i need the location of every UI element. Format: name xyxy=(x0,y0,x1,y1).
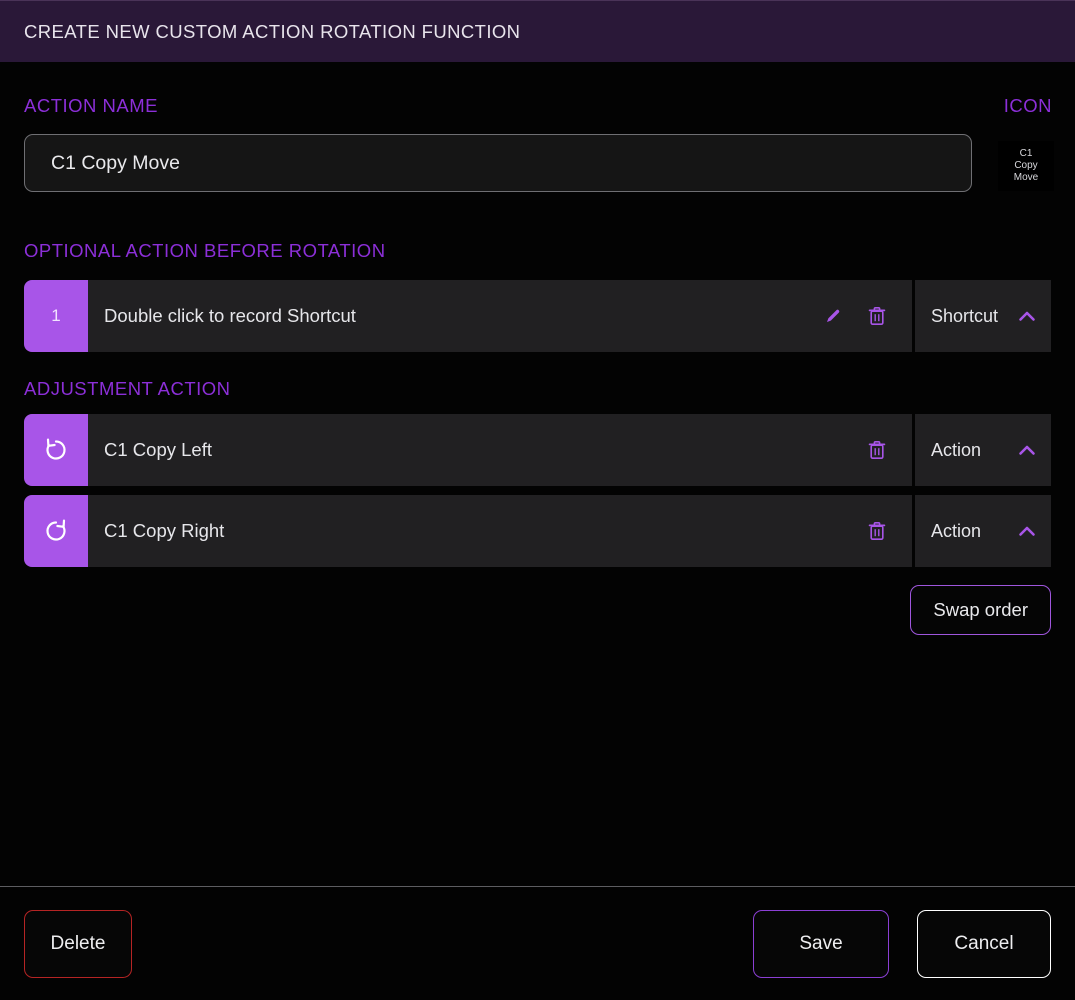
adjustment-row-right: C1 Copy Right Action xyxy=(24,495,1051,567)
icon-preview-line-3: Move xyxy=(1013,171,1039,183)
adjustment-action-label: ADJUSTMENT ACTION xyxy=(24,378,231,399)
icon-preview-line-1: C1 xyxy=(1019,148,1033,160)
chevron-up-icon xyxy=(1019,526,1035,536)
action-name-section: ACTION NAME ICON C1 Copy Move xyxy=(24,95,1054,192)
adjustment-right-type-dropdown[interactable]: Action xyxy=(915,495,1051,567)
rotate-ccw-icon xyxy=(24,414,88,486)
page-title: CREATE NEW CUSTOM ACTION ROTATION FUNCTI… xyxy=(24,20,521,42)
chevron-up-icon xyxy=(1019,311,1035,321)
pencil-icon[interactable] xyxy=(822,304,844,328)
adjustment-row-right-title: C1 Copy Right xyxy=(104,520,225,541)
adjustment-right-type-label: Action xyxy=(931,520,982,541)
dialog-footer: Delete Save Cancel xyxy=(0,886,1075,1000)
trash-icon[interactable] xyxy=(866,519,888,543)
adjustment-row-right-icons xyxy=(866,519,888,543)
optional-action-label: OPTIONAL ACTION BEFORE ROTATION xyxy=(24,240,386,261)
shortcut-type-dropdown[interactable]: Shortcut xyxy=(915,280,1051,352)
rotate-cw-icon xyxy=(24,495,88,567)
optional-action-section: OPTIONAL ACTION BEFORE ROTATION 1 Double… xyxy=(24,240,1051,352)
row-index-badge: 1 xyxy=(24,280,88,352)
adjustment-action-section: ADJUSTMENT ACTION C1 Copy Left Action C1… xyxy=(24,378,1051,635)
shortcut-type-label: Shortcut xyxy=(931,305,999,326)
chevron-up-icon xyxy=(1019,445,1035,455)
shortcut-row-title: Double click to record Shortcut xyxy=(104,305,356,326)
adjustment-row-left-main[interactable]: C1 Copy Left xyxy=(88,414,912,486)
delete-button[interactable]: Delete xyxy=(24,909,132,978)
save-button[interactable]: Save xyxy=(753,909,889,978)
adjustment-left-type-dropdown[interactable]: Action xyxy=(915,414,1051,486)
adjustment-left-type-label: Action xyxy=(931,439,982,460)
icon-column: ICON C1 Copy Move xyxy=(998,95,1054,191)
adjustment-row-left: C1 Copy Left Action xyxy=(24,414,1051,486)
swap-order-button[interactable]: Swap order xyxy=(910,585,1051,635)
action-name-input[interactable] xyxy=(24,134,972,192)
footer-right-buttons: Save Cancel xyxy=(753,909,1051,978)
swap-order-wrap: Swap order xyxy=(24,585,1051,635)
icon-label: ICON xyxy=(1003,95,1052,116)
dialog-titlebar: CREATE NEW CUSTOM ACTION ROTATION FUNCTI… xyxy=(0,0,1075,62)
adjustment-row-left-title: C1 Copy Left xyxy=(104,439,212,460)
shortcut-row: 1 Double click to record Shortcut Shortc… xyxy=(24,280,1051,352)
icon-preview-line-2: Copy xyxy=(1014,160,1038,172)
trash-icon[interactable] xyxy=(866,438,888,462)
icon-preview[interactable]: C1 Copy Move xyxy=(998,141,1054,191)
shortcut-row-icons xyxy=(822,304,888,328)
row-index-number: 1 xyxy=(51,306,61,325)
adjustment-row-left-icons xyxy=(866,438,888,462)
create-rotation-function-dialog: CREATE NEW CUSTOM ACTION ROTATION FUNCTI… xyxy=(0,0,1075,1000)
adjustment-row-right-main[interactable]: C1 Copy Right xyxy=(88,495,912,567)
dialog-body: ACTION NAME ICON C1 Copy Move OPTIONAL A… xyxy=(0,62,1075,886)
action-name-label: ACTION NAME xyxy=(24,95,158,116)
action-name-column: ACTION NAME xyxy=(24,95,972,192)
trash-icon[interactable] xyxy=(866,304,888,328)
shortcut-row-main[interactable]: Double click to record Shortcut xyxy=(88,280,912,352)
cancel-button[interactable]: Cancel xyxy=(917,909,1051,978)
